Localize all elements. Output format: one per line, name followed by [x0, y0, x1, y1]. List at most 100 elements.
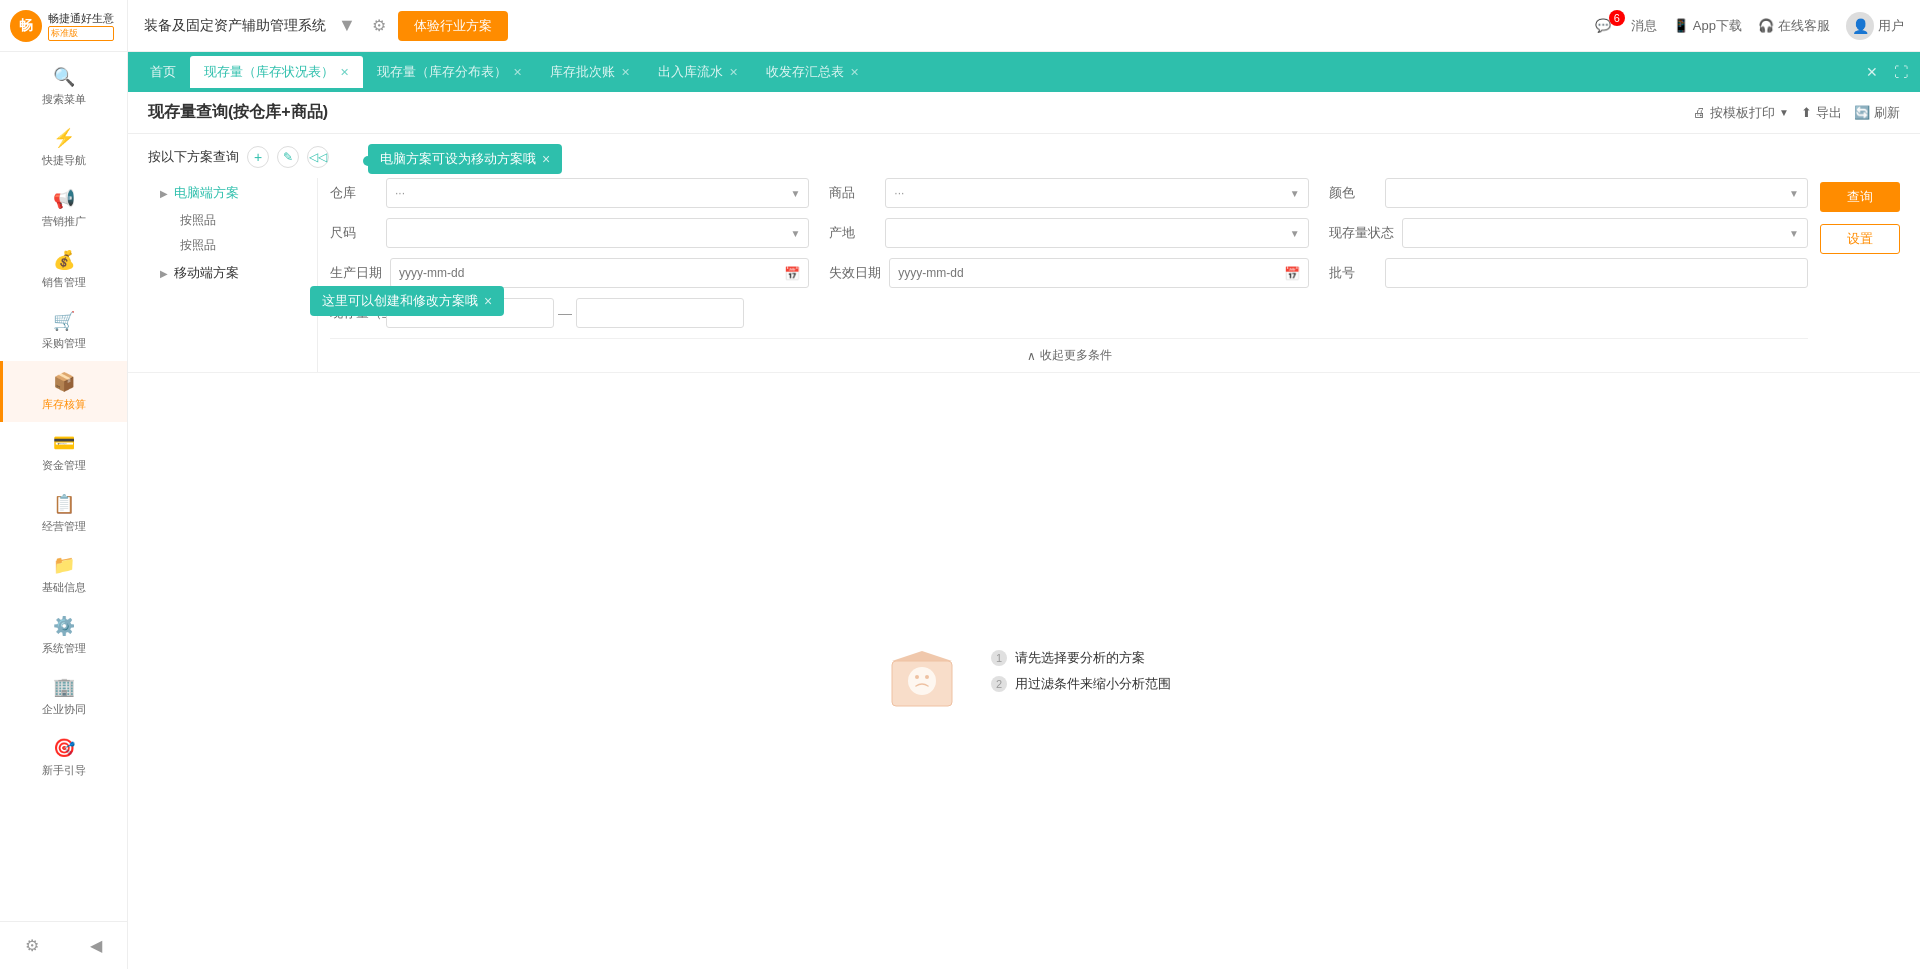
tooltip2-close[interactable]: ×	[484, 293, 492, 309]
stock-status-select[interactable]: ▼	[1402, 218, 1808, 248]
tab-close-batch-ledger[interactable]: ✕	[621, 66, 630, 79]
scheme-pc-children: 按照品 按照品	[148, 208, 309, 258]
color-select[interactable]: ▼	[1385, 178, 1808, 208]
produce-date-input-wrap[interactable]: 📅	[390, 258, 809, 288]
settings-gear-icon[interactable]: ⚙	[372, 16, 386, 35]
tab-expand-icon[interactable]: ⛶	[1890, 60, 1912, 84]
goods-select[interactable]: ··· ▼	[885, 178, 1308, 208]
warehouse-select[interactable]: ··· ▼	[386, 178, 809, 208]
content-area: 现存量查询(按仓库+商品) 🖨 按模板打印 ▼ ⬆ 导出 🔄 刷新	[128, 92, 1920, 969]
settings-btn[interactable]: ⚙	[21, 932, 43, 959]
empty-svg	[877, 626, 967, 716]
app-download-link[interactable]: 📱 App下载	[1673, 17, 1742, 35]
lightning-icon: ⚡	[53, 127, 75, 149]
reset-button[interactable]: 设置	[1820, 224, 1900, 254]
sidebar-item-operations[interactable]: 📋 经营管理	[0, 483, 127, 544]
sidebar-item-quick-nav[interactable]: ⚡ 快捷导航	[0, 117, 127, 178]
tab-home[interactable]: 首页	[136, 56, 190, 88]
svg-point-3	[915, 675, 919, 679]
stock-qty-max[interactable]	[576, 298, 744, 328]
filter-goods: 商品 ··· ▼	[829, 178, 1308, 208]
notification-label: 消息	[1631, 17, 1657, 35]
sidebar-item-guide[interactable]: 🎯 新手引导	[0, 727, 127, 788]
stock-status-dropdown-icon: ▼	[1789, 228, 1799, 239]
size-dropdown-icon: ▼	[790, 228, 800, 239]
user-area[interactable]: 👤 用户	[1846, 12, 1904, 40]
batch-input[interactable]	[1385, 258, 1808, 288]
expire-date-input[interactable]	[898, 266, 1279, 280]
tab-batch-ledger[interactable]: 库存批次账 ✕	[536, 56, 644, 88]
filter-produce-date: 生产日期 📅	[330, 258, 809, 288]
tip1-text: 请先选择要分析的方案	[1015, 649, 1145, 667]
scheme-mobile[interactable]: ▶ 移动端方案	[148, 258, 309, 288]
import-scheme-btn[interactable]: ◁◁	[307, 146, 329, 168]
building-icon: 🏢	[53, 676, 75, 698]
online-support-link[interactable]: 🎧 在线客服	[1758, 17, 1830, 35]
scheme-pc-label: 电脑端方案	[174, 184, 239, 202]
expire-date-input-wrap[interactable]: 📅	[889, 258, 1308, 288]
collapse-btn[interactable]: ◀	[86, 932, 106, 959]
dropdown-arrow-icon[interactable]: ▼	[338, 15, 356, 36]
collapse-filter-btn[interactable]: ∧ 收起更多条件	[330, 338, 1808, 372]
scheme-tree-panel: ▶ 电脑端方案 按照品 按照品 ▶ 移动端方案	[148, 178, 318, 372]
print-dropdown-icon: ▼	[1779, 107, 1789, 118]
sidebar-item-inventory[interactable]: 📦 库存核算	[0, 361, 127, 422]
sidebar-item-marketing[interactable]: 📢 营销推广	[0, 178, 127, 239]
notification-badge: 6	[1609, 10, 1625, 26]
filter-row-2: 尺码 ▼ 产地 ▼	[330, 218, 1808, 248]
sidebar-item-enterprise[interactable]: 🏢 企业协同	[0, 666, 127, 727]
scheme-pc-item2[interactable]: 按照品	[168, 233, 309, 258]
warehouse-label: 仓库	[330, 184, 378, 202]
tab-bar-right: ✕ ⛶	[1862, 60, 1912, 84]
stock-qty-sep: —	[558, 305, 572, 321]
filter-btn-area: 查询 设置	[1820, 178, 1900, 372]
user-label: 用户	[1878, 17, 1904, 35]
sidebar-item-search[interactable]: 🔍 搜索菜单	[0, 56, 127, 117]
sidebar-item-finance[interactable]: 💳 资金管理	[0, 422, 127, 483]
filter-content-area: 按以下方案查询 + ✎ ◁◁ 电脑方案可设为移动方案哦 ×	[128, 134, 1920, 969]
tab-collect-summary[interactable]: 收发存汇总表 ✕	[752, 56, 873, 88]
box-icon: 📦	[53, 371, 75, 393]
sidebar-item-purchase[interactable]: 🛒 采购管理	[0, 300, 127, 361]
expire-calendar-icon[interactable]: 📅	[1284, 266, 1300, 281]
produce-date-label: 生产日期	[330, 264, 382, 282]
tab-inventory-status[interactable]: 现存量（库存状况表） ✕	[190, 56, 363, 88]
origin-select[interactable]: ▼	[885, 218, 1308, 248]
scheme-pc[interactable]: ▶ 电脑端方案	[148, 178, 309, 208]
header-right: 💬 6 消息 📱 App下载 🎧 在线客服 👤 用户	[1595, 12, 1904, 40]
refresh-button[interactable]: 🔄 刷新	[1854, 104, 1900, 122]
tab-inventory-dist[interactable]: 现存量（库存分布表） ✕	[363, 56, 536, 88]
edit-scheme-btn[interactable]: ✎	[277, 146, 299, 168]
tab-close-in-out-flow[interactable]: ✕	[729, 66, 738, 79]
tip2-num: 2	[991, 676, 1007, 692]
tab-in-out-flow[interactable]: 出入库流水 ✕	[644, 56, 752, 88]
tooltip1-close[interactable]: ×	[542, 151, 550, 167]
query-button[interactable]: 查询	[1820, 182, 1900, 212]
filter-row-1: 仓库 ··· ▼ 商品 ···	[330, 178, 1808, 208]
sidebar-item-sales[interactable]: 💰 销售管理	[0, 239, 127, 300]
produce-date-input[interactable]	[399, 266, 780, 280]
produce-calendar-icon[interactable]: 📅	[784, 266, 800, 281]
origin-label: 产地	[829, 224, 877, 242]
filter-color: 颜色 ▼	[1329, 178, 1808, 208]
export-button[interactable]: ⬆ 导出	[1801, 104, 1842, 122]
tab-close-inventory-dist[interactable]: ✕	[513, 66, 522, 79]
tab-bar: 首页 现存量（库存状况表） ✕ 现存量（库存分布表） ✕ 库存批次账 ✕ 出入库…	[128, 52, 1920, 92]
scheme-pc-item1[interactable]: 按照品	[168, 208, 309, 233]
logo-text: 畅捷通好生意 标准版	[48, 11, 114, 41]
industry-plan-button[interactable]: 体验行业方案	[398, 11, 508, 41]
sidebar-item-system[interactable]: ⚙️ 系统管理	[0, 605, 127, 666]
empty-state-area: 1 请先选择要分析的方案 2 用过滤条件来缩小分析范围	[128, 372, 1920, 969]
add-scheme-btn[interactable]: +	[247, 146, 269, 168]
tab-close-all-icon[interactable]: ✕	[1862, 60, 1882, 84]
tab-close-collect-summary[interactable]: ✕	[850, 66, 859, 79]
gear-icon: ⚙️	[53, 615, 75, 637]
notification-bell[interactable]: 💬 6 消息	[1595, 17, 1657, 35]
sidebar-item-basic[interactable]: 📁 基础信息	[0, 544, 127, 605]
tab-close-inventory-status[interactable]: ✕	[340, 66, 349, 79]
size-select[interactable]: ▼	[386, 218, 809, 248]
tooltip1-text: 电脑方案可设为移动方案哦	[380, 150, 536, 168]
print-button[interactable]: 🖨 按模板打印 ▼	[1693, 104, 1789, 122]
sidebar-nav: 🔍 搜索菜单 ⚡ 快捷导航 📢 营销推广 💰 销售管理 🛒 采购管理 📦 库存核…	[0, 52, 127, 921]
goods-label: 商品	[829, 184, 877, 202]
